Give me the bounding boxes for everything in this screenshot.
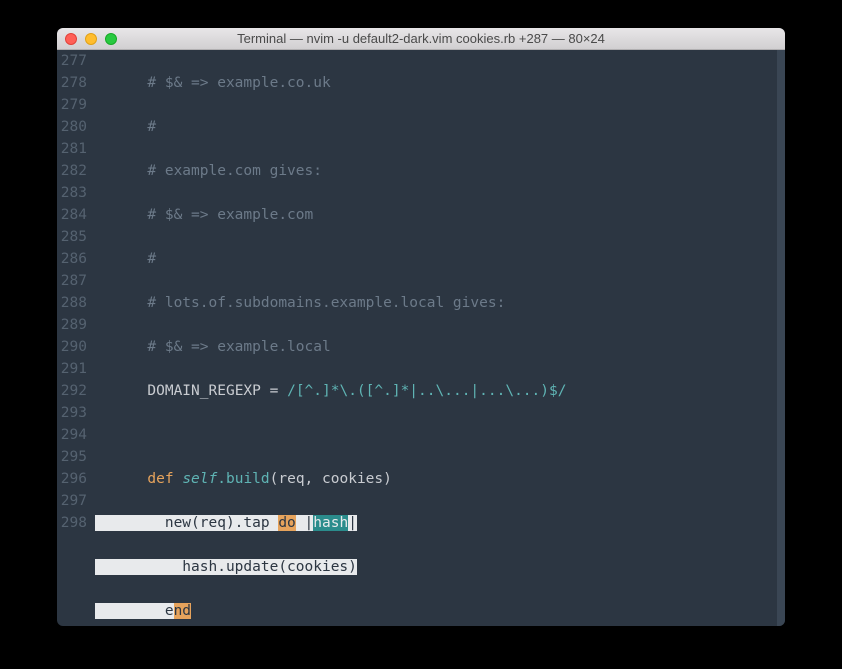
comment: # $& => example.local xyxy=(95,339,331,355)
comment: # example.com gives: xyxy=(95,163,322,179)
comment: # xyxy=(95,251,156,267)
comment: # xyxy=(95,119,156,135)
code-area[interactable]: 277 278 279 280 281 282 283 284 285 286 … xyxy=(57,50,785,626)
comment: # $& => example.com xyxy=(95,207,313,223)
regex: /[^.]*\.([^.]*|..\...|...\...)$/ xyxy=(287,383,566,399)
editor: 277 278 279 280 281 282 283 284 285 286 … xyxy=(57,50,785,626)
block-param: hash xyxy=(313,515,348,531)
code-lines[interactable]: # $& => example.co.uk # # example.com gi… xyxy=(95,50,785,626)
visual-selection: new(req).tap do |hash| xyxy=(95,515,357,531)
method-name: build xyxy=(226,471,270,487)
terminal-window: Terminal — nvim -u default2-dark.vim coo… xyxy=(57,28,785,626)
keyword-do: do xyxy=(278,515,295,531)
scrollbar[interactable] xyxy=(777,50,785,626)
line-number-gutter: 277 278 279 280 281 282 283 284 285 286 … xyxy=(57,50,95,626)
minimize-icon[interactable] xyxy=(85,33,97,45)
comment: # $& => example.co.uk xyxy=(95,75,331,91)
titlebar[interactable]: Terminal — nvim -u default2-dark.vim coo… xyxy=(57,28,785,50)
traffic-lights xyxy=(65,33,117,45)
keyword-def: def xyxy=(147,471,173,487)
constant: DOMAIN_REGEXP xyxy=(147,383,261,399)
visual-selection: e xyxy=(95,603,174,619)
zoom-icon[interactable] xyxy=(105,33,117,45)
comment: # lots.of.subdomains.example.local gives… xyxy=(95,295,505,311)
visual-selection: hash.update(cookies) xyxy=(95,559,357,575)
window-title: Terminal — nvim -u default2-dark.vim coo… xyxy=(57,31,785,46)
keyword-self: self xyxy=(182,471,217,487)
close-icon[interactable] xyxy=(65,33,77,45)
keyword-end: nd xyxy=(174,603,191,619)
